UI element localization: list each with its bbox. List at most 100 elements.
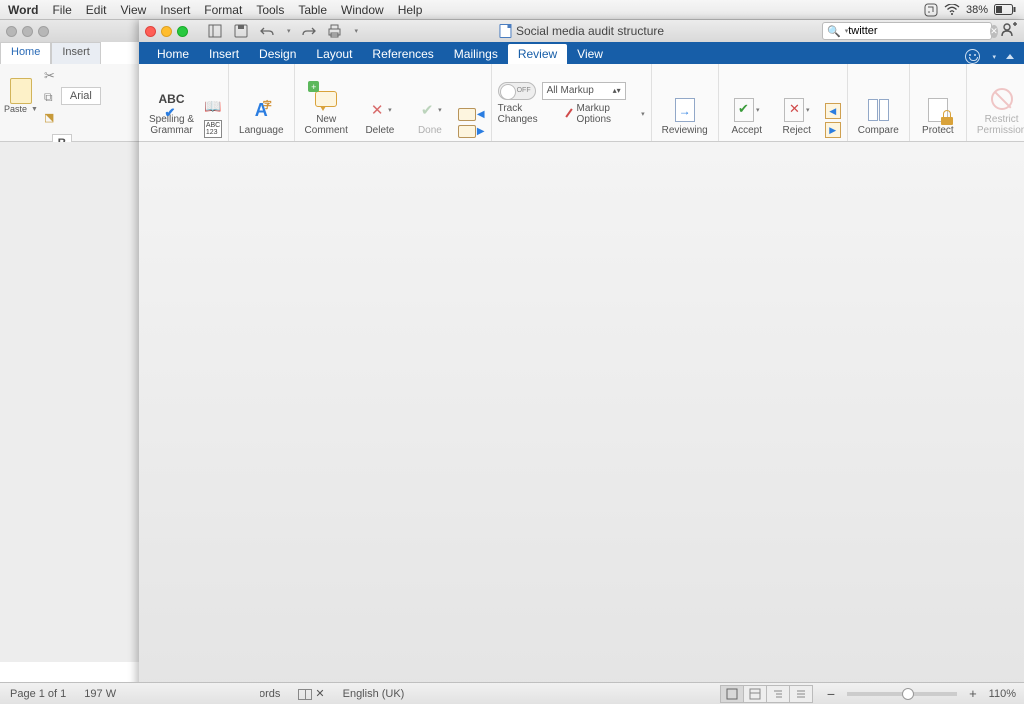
search-box[interactable]: 🔍▾ ✕ [822,22,992,40]
share-icon[interactable] [1000,21,1018,42]
status-language[interactable]: English (UK) [343,688,405,700]
mac-menubar: Word File Edit View Insert Format Tools … [0,0,1024,20]
next-comment-icon[interactable]: ▶ [458,125,485,138]
battery-icon[interactable] [994,4,1016,15]
copy-icon[interactable]: ⧉ [44,90,55,105]
markup-display-selector[interactable]: All Markup▴▾ [542,82,626,100]
bg-paste-label[interactable]: Paste [4,104,27,114]
tab-references[interactable]: References [362,44,443,64]
tab-insert[interactable]: Insert [199,44,249,64]
status-do-not-disturb-icon[interactable] [924,3,938,17]
bg-traffic-close[interactable] [6,26,17,37]
wifi-icon[interactable] [944,4,960,16]
zoom-slider[interactable] [847,692,957,696]
compare-button[interactable]: Compare [854,68,903,138]
qat-save-icon[interactable] [233,23,249,39]
next-change-icon[interactable]: ▶ [825,122,841,138]
qat-undo-dropdown[interactable]: ▾ [287,27,291,35]
group-restrict: Restrict Permission [967,64,1024,141]
group-language: Language [229,64,295,141]
feedback-icon[interactable] [965,49,980,64]
battery-percent: 38% [966,4,988,16]
view-web-layout-icon[interactable] [743,685,767,703]
menu-file[interactable]: File [52,3,71,17]
ribbon-tabs: Home Insert Design Layout References Mai… [139,42,1024,64]
tab-layout[interactable]: Layout [306,44,362,64]
view-print-layout-icon[interactable] [720,685,744,703]
restrict-permission-button: Restrict Permission [973,68,1024,138]
bg-status-page[interactable]: Page 1 of 1 [10,688,66,700]
ribbon: ABC Spelling & Grammar 📖 ABC123 Language… [139,64,1024,142]
bg-traffic-max[interactable] [38,26,49,37]
zoom-level[interactable]: 110% [989,688,1016,700]
menu-table[interactable]: Table [298,3,327,17]
previous-change-icon[interactable]: ◀ [825,103,841,119]
search-clear-icon[interactable]: ✕ [990,25,998,38]
spelling-grammar-button[interactable]: ABC Spelling & Grammar [145,68,198,138]
menu-tools[interactable]: Tools [256,3,284,17]
background-window: Home Insert Paste▼ ✂ ⧉ ⬔ Arial B [0,20,140,684]
foreground-window: ▾ ▾ Social media audit structure 🔍▾ ✕ Ho… [139,20,1024,704]
menu-view[interactable]: View [120,3,146,17]
reviewing-pane-button[interactable]: → Reviewing [658,68,712,138]
clipboard-icon [10,78,32,104]
menu-window[interactable]: Window [341,3,384,17]
markup-options-button[interactable]: Markup Options▾ [562,103,645,125]
thesaurus-icon[interactable]: 📖 [204,98,222,116]
qat-undo-icon[interactable] [259,23,275,39]
track-changes-toggle[interactable]: OFF [498,82,536,100]
document-area[interactable] [139,142,1024,704]
zoom-out-button[interactable]: − [823,686,839,702]
zoom-in-button[interactable]: + [965,686,981,701]
qat-template-icon[interactable] [207,23,223,39]
format-painter-icon[interactable]: ⬔ [44,111,55,124]
view-outline-icon[interactable] [766,685,790,703]
tab-mailings[interactable]: Mailings [444,44,508,64]
previous-comment-icon[interactable]: ◀ [458,108,485,121]
tab-design[interactable]: Design [249,44,306,64]
bg-font-selector[interactable]: Arial [61,87,101,105]
track-changes-label[interactable]: Track Changes [498,103,556,125]
tab-view[interactable]: View [567,44,613,64]
traffic-minimize[interactable] [161,26,172,37]
scissors-icon[interactable]: ✂ [44,68,55,84]
group-compare: Compare [848,64,910,141]
group-proofing: ABC Spelling & Grammar 📖 ABC123 [139,64,229,141]
menu-help[interactable]: Help [398,3,423,17]
view-draft-icon[interactable] [789,685,813,703]
qat-print-icon[interactable] [327,23,343,39]
menu-insert[interactable]: Insert [160,3,190,17]
qat-redo-icon[interactable] [301,23,317,39]
language-button[interactable]: Language [235,68,288,138]
group-protect: Protect [910,64,967,141]
menu-edit[interactable]: Edit [86,3,107,17]
done-comment-button: ✔▾ Done [408,68,452,138]
reject-button[interactable]: ▾ Reject [775,68,819,138]
fg-titlebar: ▾ ▾ Social media audit structure 🔍▾ ✕ [139,20,1024,42]
group-comments: + New Comment ✕▾ Delete ✔▾ Done ◀ ▶ [295,64,492,141]
bg-tab-home[interactable]: Home [0,42,51,64]
delete-comment-button[interactable]: ✕▾ Delete [358,68,402,138]
bg-traffic-min[interactable] [22,26,33,37]
word-count-icon[interactable]: ABC123 [204,120,222,138]
accept-button[interactable]: ▾ Accept [725,68,769,138]
collapse-ribbon-icon[interactable] [1006,54,1014,59]
document-icon [499,24,511,38]
bg-document-area [0,142,139,662]
tab-home[interactable]: Home [147,44,199,64]
tab-review[interactable]: Review [508,44,567,64]
qat-customize-dropdown[interactable]: ▾ [355,27,359,35]
traffic-close[interactable] [145,26,156,37]
status-spellcheck-icon[interactable]: ✕ [298,687,324,700]
search-icon: 🔍 [827,25,841,38]
traffic-zoom[interactable] [177,26,188,37]
search-input[interactable] [848,25,990,37]
bg-status-words[interactable]: 197 W [84,688,116,700]
bg-tab-insert[interactable]: Insert [51,42,101,64]
group-tracking: OFF All Markup▴▾ Track Changes Markup Op… [492,64,652,141]
protect-button[interactable]: Protect [916,68,960,138]
app-name[interactable]: Word [8,3,38,17]
menu-format[interactable]: Format [204,3,242,17]
new-comment-button[interactable]: + New Comment [301,68,352,138]
bg-status-bar: Page 1 of 1 197 W [0,682,260,704]
